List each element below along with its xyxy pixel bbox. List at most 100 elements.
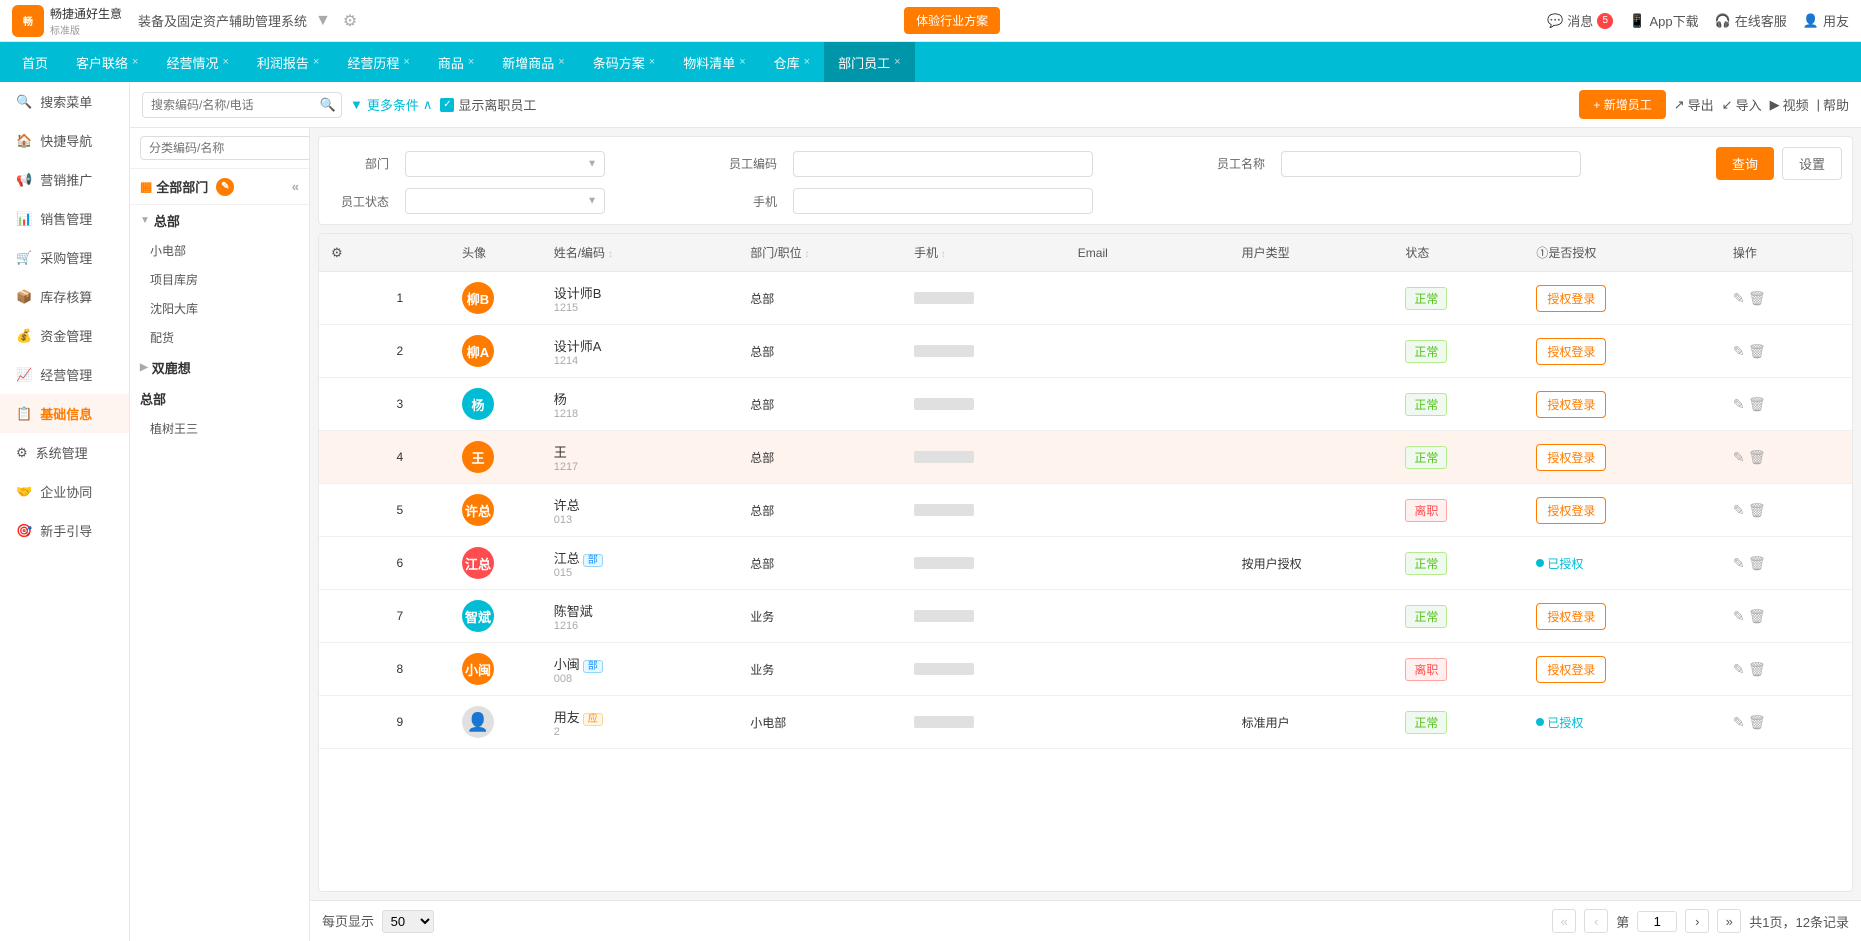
edit-icon[interactable]: ✎: [1733, 396, 1745, 412]
sidebar-item-business[interactable]: 📈 经营管理: [0, 355, 129, 394]
edit-icon[interactable]: ✎: [1733, 608, 1745, 624]
edit-icon[interactable]: ✎: [1733, 555, 1745, 571]
sidebar-item-quicknav[interactable]: 🏠 快捷导航: [0, 121, 129, 160]
emp-name-input[interactable]: [1281, 151, 1581, 177]
view-button[interactable]: ▶ 视频: [1770, 95, 1809, 114]
delete-icon[interactable]: 🗑: [1748, 502, 1766, 518]
close-warehouse-tab-icon[interactable]: ×: [804, 56, 810, 68]
page-number-input[interactable]: [1637, 911, 1677, 932]
sidebar-item-system[interactable]: ⚙ 系统管理: [0, 433, 129, 472]
dept-parent-shuanglu[interactable]: ▶ 双鹿想: [130, 352, 309, 383]
close-profit-tab-icon[interactable]: ×: [313, 56, 319, 68]
export-button[interactable]: ↗ 导出: [1674, 95, 1714, 114]
page-size-select[interactable]: 50 100: [382, 910, 434, 933]
tab-history[interactable]: 经营历程×: [333, 42, 423, 82]
close-operation-tab-icon[interactable]: ×: [222, 56, 228, 68]
search-trigger-icon[interactable]: 🔍: [320, 97, 336, 113]
query-button[interactable]: 查询: [1716, 147, 1774, 180]
emp-code-input[interactable]: [793, 151, 1093, 177]
sidebar-item-guide[interactable]: 🎯 新手引导: [0, 511, 129, 550]
close-goods-tab-icon[interactable]: ×: [468, 56, 474, 68]
add-employee-button[interactable]: + 新增员工: [1579, 90, 1665, 119]
tab-bom[interactable]: 物料清单×: [669, 42, 759, 82]
auth-login-button[interactable]: 授权登录: [1536, 338, 1606, 365]
delete-icon[interactable]: 🗑: [1748, 343, 1766, 359]
tab-home[interactable]: 首页: [8, 42, 62, 82]
th-name-code[interactable]: 姓名/编码: [542, 234, 739, 272]
search-input[interactable]: [142, 92, 342, 118]
edit-icon[interactable]: ✎: [1733, 661, 1745, 677]
show-resigned-checkbox[interactable]: ✓: [440, 98, 454, 112]
close-bom-tab-icon[interactable]: ×: [739, 56, 745, 68]
tab-profit[interactable]: 利润报告×: [243, 42, 333, 82]
dept-item-shenyang[interactable]: 沈阳大库: [130, 294, 309, 323]
close-history-tab-icon[interactable]: ×: [403, 56, 409, 68]
dept-select[interactable]: [405, 151, 605, 177]
close-barcode-tab-icon[interactable]: ×: [649, 56, 655, 68]
sidebar-item-finance[interactable]: 💰 资金管理: [0, 316, 129, 355]
online-service-item[interactable]: 🎧 在线客服: [1715, 11, 1787, 30]
trial-button[interactable]: 体验行业方案: [904, 7, 1000, 34]
auth-login-button[interactable]: 授权登录: [1536, 285, 1606, 312]
message-item[interactable]: 💬 消息 5: [1547, 11, 1613, 30]
delete-icon[interactable]: 🗑: [1748, 608, 1766, 624]
phone-input[interactable]: [793, 188, 1093, 214]
tab-employees[interactable]: 部门员工×: [824, 42, 914, 82]
dept-edit-icon[interactable]: ✎: [216, 178, 234, 196]
tab-barcode[interactable]: 条码方案×: [579, 42, 669, 82]
dept-item-xiaodianbou[interactable]: 小电部: [130, 236, 309, 265]
auth-login-button[interactable]: 授权登录: [1536, 391, 1606, 418]
user-item[interactable]: 👤 用友: [1803, 11, 1849, 30]
sidebar-item-basic-info[interactable]: 📋 基础信息: [0, 394, 129, 433]
next-page-btn[interactable]: ›: [1685, 909, 1709, 933]
sidebar-item-marketing[interactable]: 📢 营销推广: [0, 160, 129, 199]
show-resigned-label[interactable]: ✓ 显示离职员工: [440, 95, 536, 114]
filter-more-btn[interactable]: ▼ 更多条件 ∧: [350, 95, 432, 114]
table-settings-icon[interactable]: ⚙: [331, 245, 343, 260]
dept-collapse-icon[interactable]: «: [292, 179, 299, 194]
edit-icon[interactable]: ✎: [1733, 343, 1745, 359]
settings-icon[interactable]: ⚙: [343, 11, 357, 31]
import-button[interactable]: ↙ 导入: [1722, 95, 1762, 114]
sidebar-item-purchase[interactable]: 🛒 采购管理: [0, 238, 129, 277]
dept-item-peihuo[interactable]: 配货: [130, 323, 309, 352]
edit-icon[interactable]: ✎: [1733, 502, 1745, 518]
auth-login-button[interactable]: 授权登录: [1536, 444, 1606, 471]
reset-button[interactable]: 设置: [1782, 147, 1842, 180]
tab-warehouse[interactable]: 仓库×: [760, 42, 824, 82]
first-page-btn[interactable]: «: [1552, 909, 1576, 933]
tab-goods[interactable]: 商品×: [424, 42, 488, 82]
delete-icon[interactable]: 🗑: [1748, 555, 1766, 571]
dept-parent-zongbu[interactable]: 总部: [130, 383, 309, 414]
close-customer-tab-icon[interactable]: ×: [132, 56, 138, 68]
th-phone[interactable]: 手机: [902, 234, 1066, 272]
edit-icon[interactable]: ✎: [1733, 290, 1745, 306]
tab-customer[interactable]: 客户联络×: [62, 42, 152, 82]
sidebar-item-sales[interactable]: 📊 销售管理: [0, 199, 129, 238]
dept-item-project[interactable]: 项目库房: [130, 265, 309, 294]
delete-icon[interactable]: 🗑: [1748, 661, 1766, 677]
dept-item-zhishu[interactable]: 植树王三: [130, 414, 309, 443]
close-employees-tab-icon[interactable]: ×: [894, 56, 900, 68]
dept-search-input[interactable]: [140, 136, 310, 160]
sidebar-item-inventory[interactable]: 📦 库存核算: [0, 277, 129, 316]
th-dept-position[interactable]: 部门/职位: [738, 234, 902, 272]
sidebar-item-collab[interactable]: 🤝 企业协同: [0, 472, 129, 511]
dept-all-item[interactable]: ▦ 全部部门 ✎ «: [130, 169, 309, 205]
tab-add-goods[interactable]: 新增商品×: [488, 42, 578, 82]
auth-login-button[interactable]: 授权登录: [1536, 603, 1606, 630]
dept-parent-head[interactable]: ▼ 总部: [130, 205, 309, 236]
edit-icon[interactable]: ✎: [1733, 449, 1745, 465]
delete-icon[interactable]: 🗑: [1748, 396, 1766, 412]
emp-status-select[interactable]: [405, 188, 605, 214]
delete-icon[interactable]: 🗑: [1748, 290, 1766, 306]
delete-icon[interactable]: 🗑: [1748, 449, 1766, 465]
app-download-item[interactable]: 📱 App下载: [1629, 11, 1698, 30]
auth-login-button[interactable]: 授权登录: [1536, 497, 1606, 524]
sidebar-item-search[interactable]: 🔍 搜索菜单: [0, 82, 129, 121]
dropdown-arrow-icon[interactable]: ▼: [315, 12, 331, 30]
auth-login-button[interactable]: 授权登录: [1536, 656, 1606, 683]
delete-icon[interactable]: 🗑: [1748, 714, 1766, 730]
edit-icon[interactable]: ✎: [1733, 714, 1745, 730]
close-add-goods-tab-icon[interactable]: ×: [558, 56, 564, 68]
